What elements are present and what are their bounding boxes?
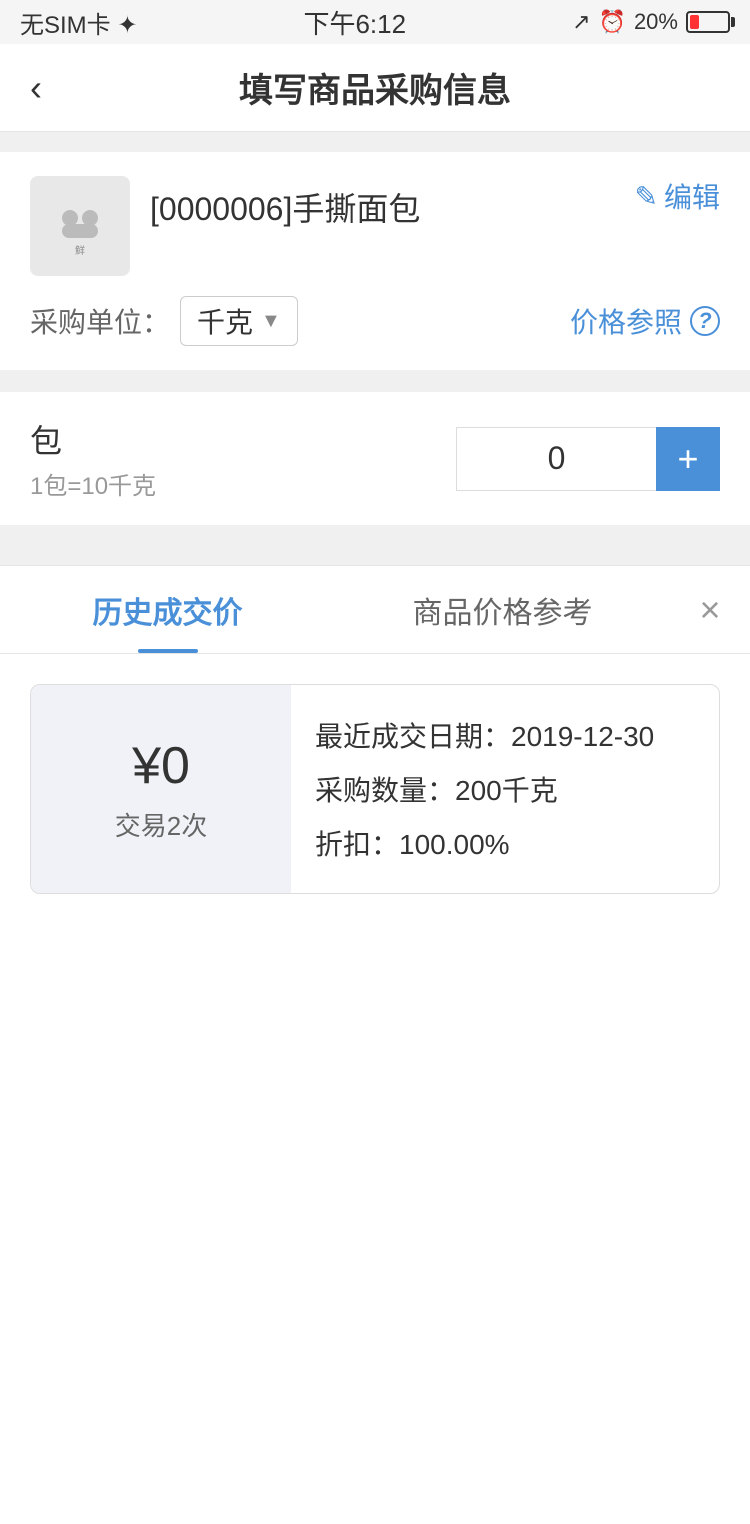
status-bar-right: ↗ ⏰ 20% (572, 9, 730, 35)
discount-value: 100.00% (399, 829, 510, 860)
quantity-sub-text: 1包=10千克 (30, 466, 156, 501)
currency-symbol: ¥ (132, 737, 161, 795)
dropdown-arrow-icon: ▼ (261, 310, 281, 333)
battery-icon (686, 11, 730, 33)
battery-text: 20% (634, 9, 678, 35)
quantity-unit: 包 (30, 416, 156, 462)
product-info: 鲜 [0000006]手撕面包 (30, 176, 635, 276)
quantity-input-block: + (456, 427, 720, 491)
history-price-display: ¥0 (132, 736, 190, 796)
question-mark: ? (698, 308, 711, 334)
tabs-section: 历史成交价 商品价格参考 × ¥0 交易2次 最近成交日期：2019-12-30… (0, 565, 750, 924)
discount-row: 折扣：100.00% (315, 823, 695, 863)
tabs-header: 历史成交价 商品价格参考 × (0, 566, 750, 654)
tab-close-button[interactable]: × (670, 589, 750, 631)
status-bar: 无SIM卡 ✦ 下午6:12 ↗ ⏰ 20% (0, 0, 750, 44)
carrier-text: 无SIM卡 ✦ (20, 5, 137, 40)
history-card-right: 最近成交日期：2019-12-30 采购数量：200千克 折扣：100.00% (291, 685, 719, 893)
page-title: 填写商品采购信息 (239, 63, 511, 112)
recent-date-row: 最近成交日期：2019-12-30 (315, 715, 695, 755)
history-card-left: ¥0 交易2次 (31, 685, 291, 893)
edit-button[interactable]: ✎ 编辑 (635, 176, 720, 216)
purchase-qty-label: 采购数量： (315, 775, 455, 806)
purchase-qty-value: 200千克 (455, 775, 558, 806)
svg-text:鲜: 鲜 (75, 244, 85, 256)
recent-date-value: 2019-12-30 (511, 721, 654, 752)
purchase-qty-row: 采购数量：200千克 (315, 769, 695, 809)
product-thumbnail: 鲜 (30, 176, 130, 276)
back-button[interactable]: ‹ (30, 67, 42, 109)
edit-icon: ✎ (635, 180, 658, 213)
edit-label: 编辑 (664, 176, 720, 216)
nav-bar: ‹ 填写商品采购信息 (0, 44, 750, 132)
product-card: 鲜 [0000006]手撕面包 ✎ 编辑 采购单位： 千克 ▼ 价格参照 ? (0, 152, 750, 370)
tab-history-label: 历史成交价 (93, 588, 243, 632)
recent-date-label: 最近成交日期： (315, 721, 511, 752)
price-reference-button[interactable]: 价格参照 ? (570, 301, 720, 341)
price-ref-label: 价格参照 (570, 301, 682, 341)
history-card: ¥0 交易2次 最近成交日期：2019-12-30 采购数量：200千克 折扣：… (30, 684, 720, 894)
tab-history-price[interactable]: 历史成交价 (0, 566, 335, 653)
tab-active-indicator (138, 649, 198, 653)
unit-value: 千克 (197, 301, 253, 341)
unit-selector-group: 采购单位： 千克 ▼ (30, 296, 298, 346)
tab-price-reference[interactable]: 商品价格参考 (335, 566, 670, 653)
discount-label: 折扣： (315, 829, 399, 860)
quantity-label-block: 包 1包=10千克 (30, 416, 156, 501)
quantity-section: 包 1包=10千克 + (0, 392, 750, 525)
alarm-icon: ⏰ (599, 9, 626, 35)
section-divider-2 (0, 525, 750, 545)
product-unit-row: 采购单位： 千克 ▼ 价格参照 ? (30, 296, 720, 346)
section-divider (0, 370, 750, 390)
bottom-space (0, 924, 750, 1524)
history-content: ¥0 交易2次 最近成交日期：2019-12-30 采购数量：200千克 折扣：… (0, 654, 750, 924)
status-bar-left: 无SIM卡 ✦ (20, 5, 137, 40)
product-name: [0000006]手撕面包 (150, 176, 420, 230)
quantity-plus-button[interactable]: + (656, 427, 720, 491)
battery-fill (690, 15, 699, 29)
location-icon: ↗ (572, 9, 590, 35)
unit-label: 采购单位： (30, 301, 170, 341)
price-ref-help-icon: ? (690, 306, 720, 336)
quantity-input[interactable] (456, 427, 656, 491)
unit-select[interactable]: 千克 ▼ (180, 296, 298, 346)
price-amount: 0 (161, 737, 190, 795)
status-bar-time: 下午6:12 (303, 4, 406, 41)
product-header: 鲜 [0000006]手撕面包 ✎ 编辑 (30, 176, 720, 276)
history-trades: 交易2次 (115, 806, 207, 843)
tab-reference-label: 商品价格参考 (413, 588, 593, 632)
